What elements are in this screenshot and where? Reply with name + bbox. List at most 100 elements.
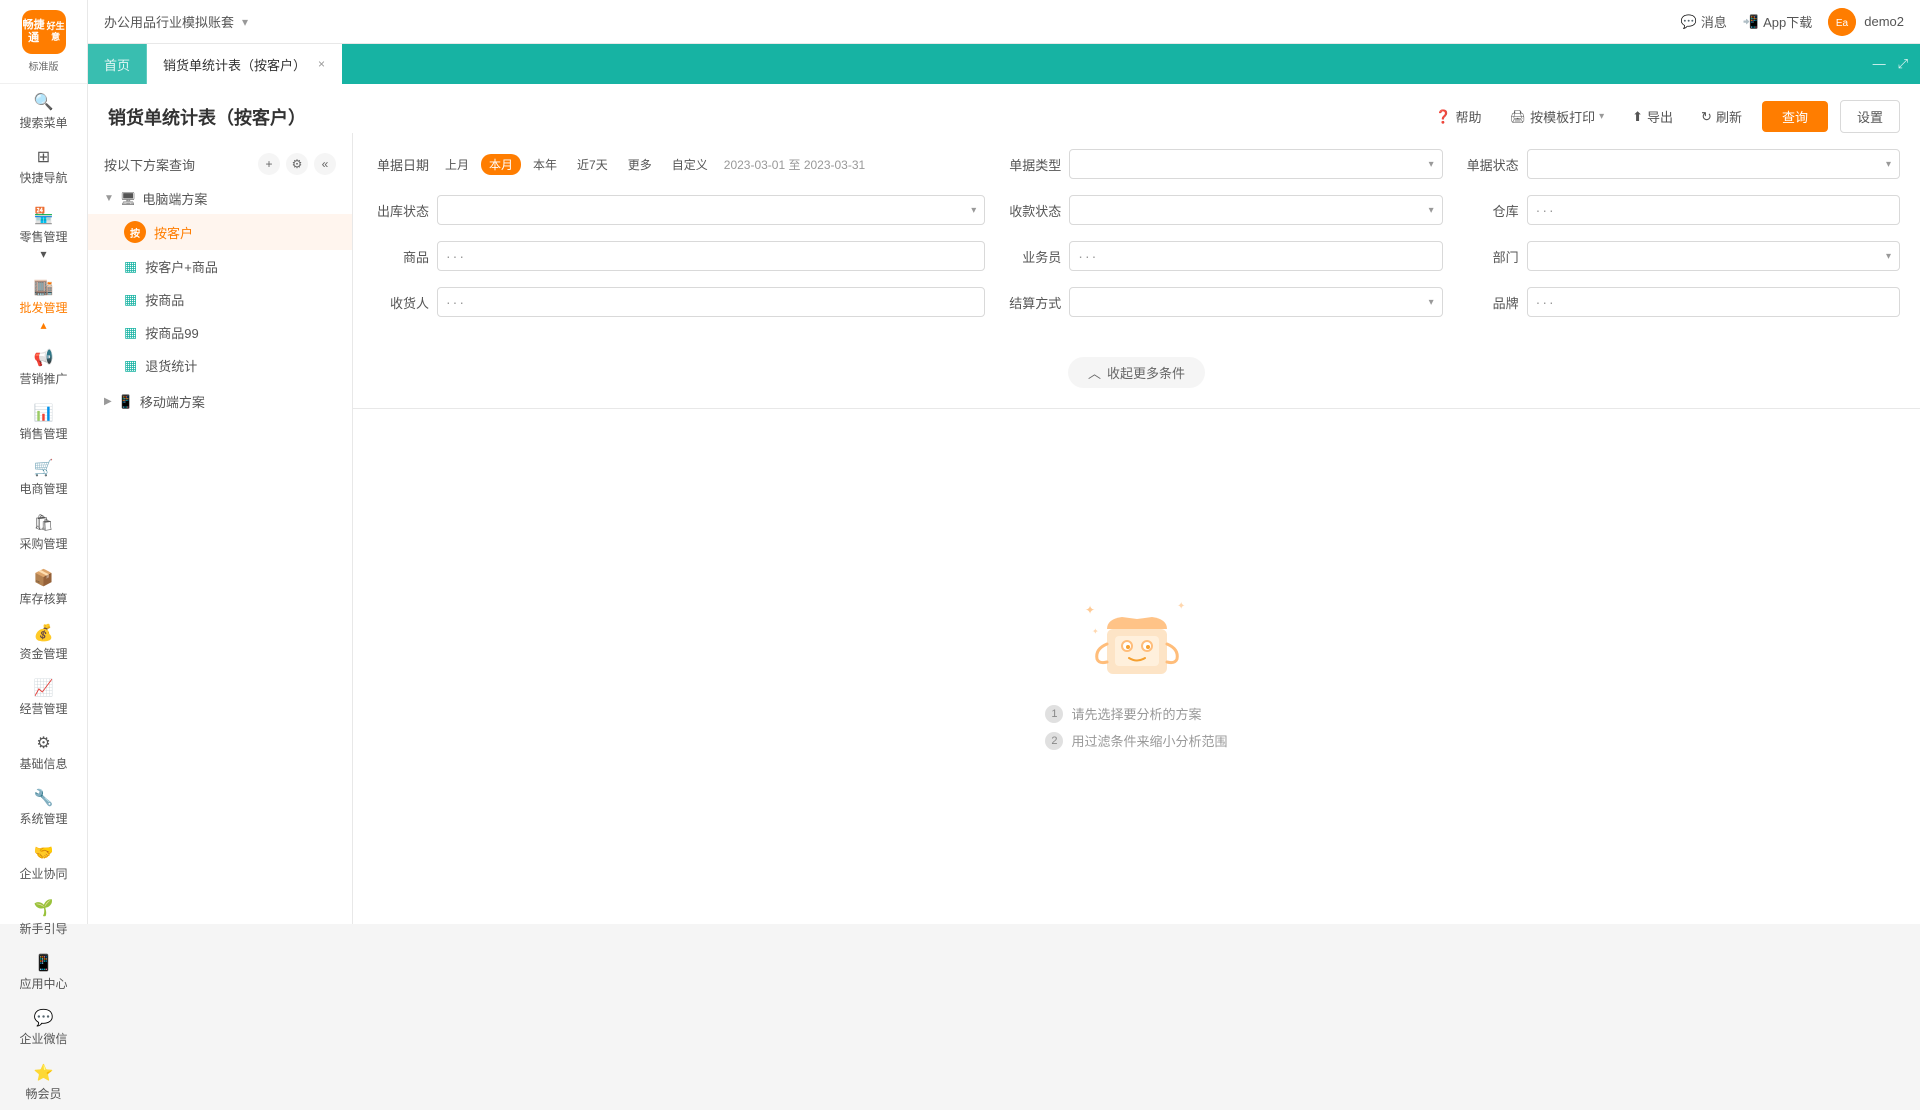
collect-status-arrow: ▾ bbox=[1429, 205, 1434, 216]
collect-status-field: 收款状态 ▾ bbox=[1005, 195, 1442, 225]
shortcut-custom[interactable]: 自定义 bbox=[664, 154, 716, 175]
sidebar-item-wholesale[interactable]: 🏬 批发管理 ▴ bbox=[0, 269, 87, 340]
hint-text-1: 请先选择要分析的方案 bbox=[1071, 704, 1201, 723]
collapse-button[interactable]: ︿ 收起更多条件 bbox=[1068, 357, 1205, 388]
collect-status-select[interactable]: ▾ bbox=[1069, 195, 1442, 225]
order-status-label: 单据状态 bbox=[1463, 155, 1519, 174]
wholesale-expand-icon: ▴ bbox=[40, 318, 46, 332]
app-download-button[interactable]: 📲 App下载 bbox=[1743, 12, 1812, 31]
filter-row-4: 收货人 ··· 结算方式 ▾ bbox=[373, 287, 1900, 317]
sidebar-item-sales[interactable]: 📊 销售管理 bbox=[0, 395, 87, 450]
scheme-sidebar-title: 按以下方案查询 bbox=[104, 155, 195, 174]
sidebar-item-operation[interactable]: 📈 经营管理 bbox=[0, 670, 87, 725]
message-button[interactable]: 💬 消息 bbox=[1681, 12, 1727, 31]
settings-scheme-button[interactable]: ⚙ bbox=[286, 153, 308, 175]
order-type-label: 单据类型 bbox=[1005, 155, 1061, 174]
collapse-scheme-button[interactable]: « bbox=[314, 153, 336, 175]
out-status-arrow: ▾ bbox=[971, 205, 976, 216]
page-title: 销货单统计表（按客户） bbox=[108, 104, 306, 130]
print-button[interactable]: 🖨 按模板打印 ▾ bbox=[1502, 103, 1613, 130]
minimize-icon[interactable]: — bbox=[1873, 56, 1886, 72]
sidebar-item-purchase[interactable]: 🛍 采购管理 bbox=[0, 505, 87, 560]
receiver-select[interactable]: ··· bbox=[437, 287, 985, 317]
scheme-item-by-customer-goods[interactable]: ▦ 按客户+商品 bbox=[88, 250, 352, 283]
user-area[interactable]: Ea demo2 bbox=[1828, 8, 1904, 36]
quick-nav-icon: ⊞ bbox=[37, 147, 50, 167]
sidebar-item-retail[interactable]: 🏪 零售管理 ▾ bbox=[0, 198, 87, 269]
filter-row-1: 单据日期 上月 本月 本年 近7天 更多 自定义 bbox=[373, 149, 1900, 179]
scheme-item-by-customer[interactable]: 按 按客户 bbox=[88, 214, 352, 250]
sidebar-item-operation-label: 经营管理 bbox=[19, 700, 67, 717]
brand-field: 品牌 ··· bbox=[1463, 287, 1900, 317]
sidebar-item-basic-label: 基础信息 bbox=[19, 755, 67, 772]
shortcut-more[interactable]: 更多 bbox=[620, 154, 660, 175]
shortcut-this-month[interactable]: 本月 bbox=[481, 154, 521, 175]
print-icon: 🖨 bbox=[1510, 109, 1527, 125]
salesman-select[interactable]: ··· bbox=[1069, 241, 1442, 271]
out-status-select[interactable]: ▾ bbox=[437, 195, 985, 225]
sidebar-item-inventory[interactable]: 📦 库存核算 bbox=[0, 560, 87, 615]
sidebar-item-newbie-label: 新手引导 bbox=[19, 920, 67, 937]
tab-bar: 首页 销货单统计表（按客户） × — ⤢ bbox=[88, 44, 1920, 84]
warehouse-select[interactable]: ··· bbox=[1527, 195, 1900, 225]
sidebar-item-newbie[interactable]: 🌱 新手引导 bbox=[0, 890, 87, 945]
sidebar-item-marketing-label: 营销推广 bbox=[19, 370, 67, 387]
sidebar-item-finance-label: 资金管理 bbox=[19, 645, 67, 662]
settle-select[interactable]: ▾ bbox=[1069, 287, 1442, 317]
sidebar-item-system[interactable]: 🔧 系统管理 bbox=[0, 780, 87, 835]
mobile-scheme-group: ▶ 📱 移动端方案 bbox=[88, 386, 352, 417]
maximize-icon[interactable]: ⤢ bbox=[1898, 56, 1908, 72]
order-status-select[interactable]: ▾ bbox=[1527, 149, 1900, 179]
tab-close-icon[interactable]: × bbox=[318, 57, 325, 71]
sidebar-item-wechat[interactable]: 💬 企业微信 bbox=[0, 1000, 87, 1055]
industry-title: 办公用品行业模拟账套 bbox=[104, 12, 234, 31]
order-type-field: 单据类型 ▾ bbox=[1005, 149, 1442, 179]
sidebar-item-appstore[interactable]: 📱 应用中心 bbox=[0, 945, 87, 1000]
tab-active[interactable]: 销货单统计表（按客户） × bbox=[147, 44, 342, 84]
sidebar-item-ecommerce[interactable]: 🛒 电商管理 bbox=[0, 450, 87, 505]
svg-text:Ea: Ea bbox=[1836, 18, 1849, 29]
sidebar-item-marketing[interactable]: 📢 营销推广 bbox=[0, 340, 87, 395]
sidebar-item-quick-nav[interactable]: ⊞ 快捷导航 bbox=[0, 139, 87, 194]
scheme-item-by-goods[interactable]: ▦ 按商品 bbox=[88, 283, 352, 316]
content-area: ✦ ✦ ✦ 1 请先选择要分析的方案 bbox=[353, 409, 1920, 924]
enterprise-icon: 🤝 bbox=[34, 843, 54, 863]
scheme-item-by-goods-99-label: 按商品99 bbox=[145, 323, 198, 342]
collect-status-label: 收款状态 bbox=[1005, 201, 1061, 220]
goods-select[interactable]: ··· bbox=[437, 241, 985, 271]
scheme-item-by-customer-label: 按客户 bbox=[154, 223, 193, 242]
top-header-left: 办公用品行业模拟账套 ▾ bbox=[104, 12, 248, 31]
hint-text-2: 用过滤条件来缩小分析范围 bbox=[1071, 731, 1227, 750]
sidebar-item-basic[interactable]: ⚙ 基础信息 bbox=[0, 725, 87, 780]
shortcut-last-month[interactable]: 上月 bbox=[437, 154, 477, 175]
tab-home[interactable]: 首页 bbox=[88, 44, 147, 84]
desktop-group-title[interactable]: ▼ 🖥 电脑端方案 bbox=[88, 183, 352, 214]
sidebar-item-wechat-label: 企业微信 bbox=[19, 1030, 67, 1047]
industry-dropdown[interactable]: ▾ bbox=[242, 15, 248, 29]
settings-button[interactable]: 设置 bbox=[1840, 100, 1900, 133]
sidebar-item-quick-nav-label: 快捷导航 bbox=[19, 169, 67, 186]
wholesale-icon: 🏬 bbox=[34, 277, 54, 297]
shortcut-this-year[interactable]: 本年 bbox=[525, 154, 565, 175]
filter-form: 单据日期 上月 本月 本年 近7天 更多 自定义 bbox=[353, 133, 1920, 349]
refresh-button[interactable]: ↻ 刷新 bbox=[1693, 103, 1750, 130]
mobile-group-icon: 📱 bbox=[118, 394, 134, 410]
scheme-item-return-stats[interactable]: ▦ 退货统计 bbox=[88, 349, 352, 382]
order-type-select[interactable]: ▾ bbox=[1069, 149, 1442, 179]
sidebar-item-search[interactable]: 🔍 搜索菜单 bbox=[0, 84, 87, 139]
sidebar-item-enterprise[interactable]: 🤝 企业协同 bbox=[0, 835, 87, 890]
export-button[interactable]: ⬆ 导出 bbox=[1624, 103, 1681, 130]
shortcut-7days[interactable]: 近7天 bbox=[569, 154, 616, 175]
sidebar-item-finance[interactable]: 💰 资金管理 bbox=[0, 615, 87, 670]
add-scheme-button[interactable]: + bbox=[258, 153, 280, 175]
help-button[interactable]: ❓ 帮助 bbox=[1427, 103, 1489, 130]
mobile-group-title[interactable]: ▶ 📱 移动端方案 bbox=[88, 386, 352, 417]
sidebar-item-vip[interactable]: ⭐ 畅会员 bbox=[0, 1055, 87, 1110]
query-button[interactable]: 查询 bbox=[1762, 101, 1828, 132]
finance-icon: 💰 bbox=[34, 623, 54, 643]
scheme-item-by-goods-99[interactable]: ▦ 按商品99 bbox=[88, 316, 352, 349]
dept-select[interactable]: ▾ bbox=[1527, 241, 1900, 271]
out-status-field: 出库状态 ▾ bbox=[373, 195, 985, 225]
svg-text:✦: ✦ bbox=[1085, 603, 1095, 617]
brand-select[interactable]: ··· bbox=[1527, 287, 1900, 317]
